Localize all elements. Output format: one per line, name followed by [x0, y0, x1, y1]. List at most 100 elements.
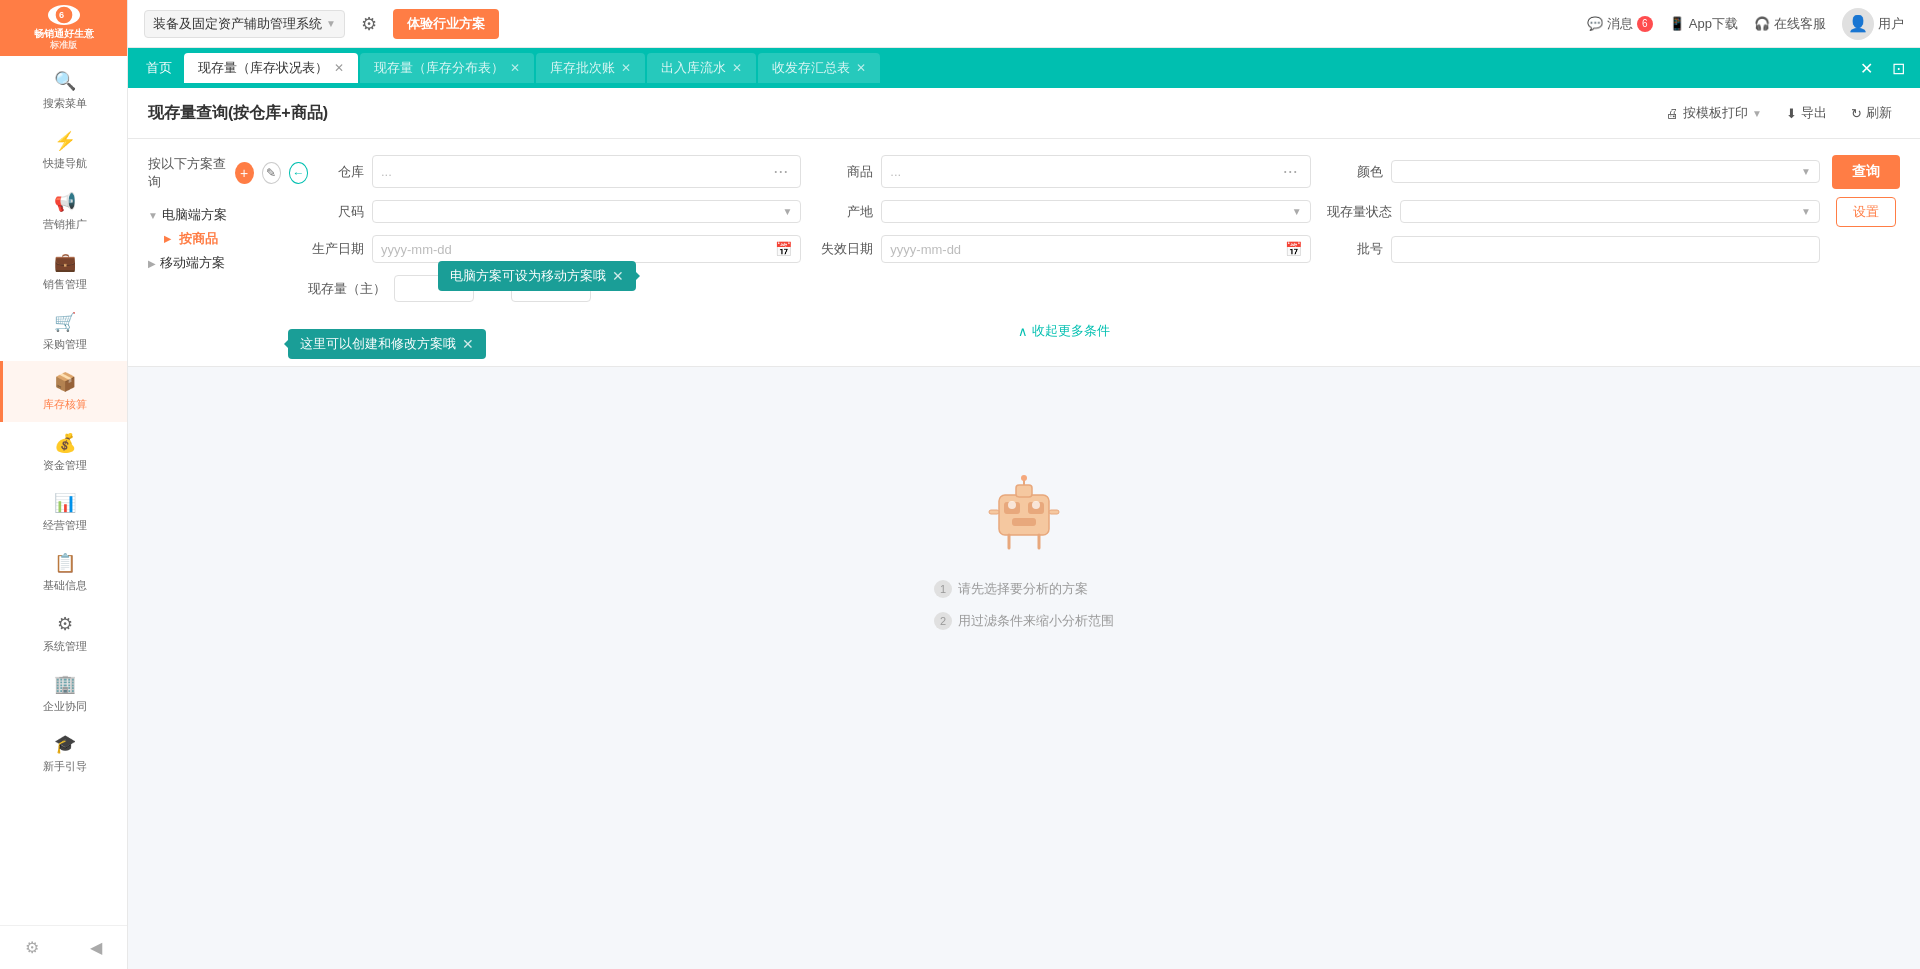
sidebar-item-guide[interactable]: 🎓 新手引导 [0, 723, 127, 783]
svg-rect-5 [1012, 518, 1036, 526]
tab-summary[interactable]: 收发存汇总表 ✕ [758, 53, 880, 83]
schema-mobile[interactable]: ▶ 移动端方案 [148, 251, 308, 275]
system-title-select[interactable]: 装备及固定资产辅助管理系统 ▼ [144, 10, 345, 38]
app-download-action[interactable]: 📱 App下载 [1669, 15, 1738, 33]
online-support-action[interactable]: 🎧 在线客服 [1754, 15, 1826, 33]
schema-tree: ▼ 电脑端方案 ▸ 按商品 ▶ 移动端方案 [148, 203, 308, 275]
svg-point-6 [1008, 501, 1016, 509]
add-scheme-btn[interactable]: + [235, 162, 254, 184]
size-select[interactable]: ▼ [372, 200, 801, 223]
svg-point-7 [1032, 501, 1040, 509]
tab-home[interactable]: 首页 [136, 53, 182, 83]
tab-close-inventory-dist[interactable]: ✕ [510, 61, 520, 75]
stock-status-select[interactable]: ▼ [1400, 200, 1820, 223]
query-label: 按以下方案查询 [148, 155, 227, 191]
logo-icon: 6 [48, 5, 80, 25]
sidebar-item-quicknav[interactable]: ⚡ 快捷导航 [0, 120, 127, 180]
sidebar-item-enterprise[interactable]: 🏢 企业协同 [0, 663, 127, 723]
tooltip1-close[interactable]: ✕ [612, 268, 624, 284]
goods-select[interactable]: ... ··· [881, 155, 1310, 188]
sidebar-item-sales[interactable]: 💼 销售管理 [0, 241, 127, 301]
filter-color: 颜色 ▼ [1327, 160, 1820, 183]
expand-mobile-icon: ▶ [148, 258, 156, 269]
warehouse-dots[interactable]: ··· [769, 161, 792, 182]
color-select[interactable]: ▼ [1391, 160, 1820, 183]
tab-close-inventory-status[interactable]: ✕ [334, 61, 344, 75]
sidebar-item-base[interactable]: 📋 基础信息 [0, 542, 127, 602]
sidebar-item-purchase[interactable]: 🛒 采购管理 [0, 301, 127, 361]
sidebar-item-inventory[interactable]: 📦 库存核算 [0, 361, 127, 421]
goods-dots[interactable]: ··· [1279, 161, 1302, 182]
headset-icon: 🎧 [1754, 16, 1770, 31]
stock-status-label: 现存量状态 [1327, 203, 1392, 221]
sidebar-item-operation[interactable]: 📊 经营管理 [0, 482, 127, 542]
user-action[interactable]: 👤 用户 [1842, 8, 1904, 40]
tab-batch[interactable]: 库存批次账 ✕ [536, 53, 645, 83]
filter-origin: 产地 ▼ [817, 200, 1310, 223]
print-action[interactable]: 🖨 按模板打印 ▼ [1658, 100, 1770, 126]
marketing-icon: 📢 [54, 191, 76, 213]
tooltip-desktop-scheme: 电脑方案可设为移动方案哦 ✕ [438, 261, 636, 291]
warehouse-select[interactable]: ... ··· [372, 155, 801, 188]
collapse-conditions-btn[interactable]: ∧ 收起更多条件 [308, 312, 1820, 350]
system-settings-btn[interactable]: ⚙ [353, 8, 385, 40]
system-name: 装备及固定资产辅助管理系统 [153, 15, 322, 33]
tooltip1-text: 电脑方案可设为移动方案哦 [450, 267, 606, 285]
tab-close-inout[interactable]: ✕ [732, 61, 742, 75]
sidebar-item-finance[interactable]: 💰 资金管理 [0, 422, 127, 482]
search-icon: 🔍 [54, 70, 76, 92]
back-scheme-btn[interactable]: ← [289, 162, 308, 184]
message-badge: 6 [1637, 16, 1653, 32]
quicknav-icon: ⚡ [54, 130, 76, 152]
tab-inout[interactable]: 出入库流水 ✕ [647, 53, 756, 83]
edit-scheme-btn[interactable]: ✎ [262, 162, 281, 184]
main-area: 装备及固定资产辅助管理系统 ▼ ⚙ 体验行业方案 💬 消息 6 📱 App下载 … [128, 0, 1920, 969]
sidebar-item-marketing[interactable]: 📢 营销推广 [0, 181, 127, 241]
phone-icon: 📱 [1669, 16, 1685, 31]
settings-button[interactable]: 设置 [1836, 197, 1896, 227]
sidebar-item-search[interactable]: 🔍 搜索菜单 [0, 60, 127, 120]
sidebar-item-system[interactable]: ⚙ 系统管理 [0, 603, 127, 663]
search-button[interactable]: 查询 [1832, 155, 1900, 189]
base-icon: 📋 [54, 552, 76, 574]
sidebar-collapse-btn[interactable]: ◀ [86, 934, 106, 961]
search-btn-group: 查询 设置 [1832, 155, 1900, 350]
page-header: 现存量查询(按仓库+商品) 🖨 按模板打印 ▼ ⬇ 导出 ↻ 刷新 [128, 88, 1920, 139]
experience-button[interactable]: 体验行业方案 [393, 9, 499, 39]
filter-expiry-date: 失效日期 yyyy-mm-dd 📅 [817, 235, 1310, 263]
tab-restore[interactable]: ⊡ [1884, 54, 1912, 82]
schema-desktop[interactable]: ▼ 电脑端方案 [148, 203, 308, 227]
tooltip2-close[interactable]: ✕ [462, 336, 474, 352]
tab-bar-actions: ✕ ⊡ [1852, 54, 1912, 82]
tab-close-batch[interactable]: ✕ [621, 61, 631, 75]
app-logo: 6 畅销通好生意 标准版 [0, 0, 127, 56]
step1-num: 1 [934, 580, 952, 598]
production-date-input[interactable]: yyyy-mm-dd 📅 [372, 235, 801, 263]
expiry-date-label: 失效日期 [817, 240, 873, 258]
message-action[interactable]: 💬 消息 6 [1587, 15, 1653, 33]
tab-close-summary[interactable]: ✕ [856, 61, 866, 75]
production-date-icon: 📅 [775, 241, 792, 257]
printer-icon: 🖨 [1666, 106, 1679, 121]
schema-by-goods[interactable]: ▸ 按商品 [148, 227, 308, 251]
avatar: 👤 [1842, 8, 1874, 40]
color-label: 颜色 [1327, 163, 1383, 181]
app-name: 畅销通好生意 标准版 [34, 27, 94, 52]
filter-warehouse: 仓库 ... ··· [308, 155, 801, 188]
sidebar-settings-btn[interactable]: ⚙ [21, 934, 43, 961]
stock-status-dropdown-icon: ▼ [1801, 206, 1811, 217]
svg-rect-11 [989, 510, 999, 514]
refresh-action[interactable]: ↻ 刷新 [1843, 100, 1900, 126]
svg-rect-8 [1016, 485, 1032, 497]
batch-input[interactable] [1391, 236, 1820, 263]
expiry-date-input[interactable]: yyyy-mm-dd 📅 [881, 235, 1310, 263]
dropdown-icon: ▼ [326, 18, 336, 29]
purchase-icon: 🛒 [54, 311, 76, 333]
tab-close-all[interactable]: ✕ [1852, 54, 1880, 82]
export-action[interactable]: ⬇ 导出 [1778, 100, 1835, 126]
empty-illustration [974, 460, 1074, 560]
expiry-date-icon: 📅 [1285, 241, 1302, 257]
origin-select[interactable]: ▼ [881, 200, 1310, 223]
tab-inventory-status[interactable]: 现存量（库存状况表） ✕ [184, 53, 358, 83]
tab-inventory-dist[interactable]: 现存量（库存分布表） ✕ [360, 53, 534, 83]
